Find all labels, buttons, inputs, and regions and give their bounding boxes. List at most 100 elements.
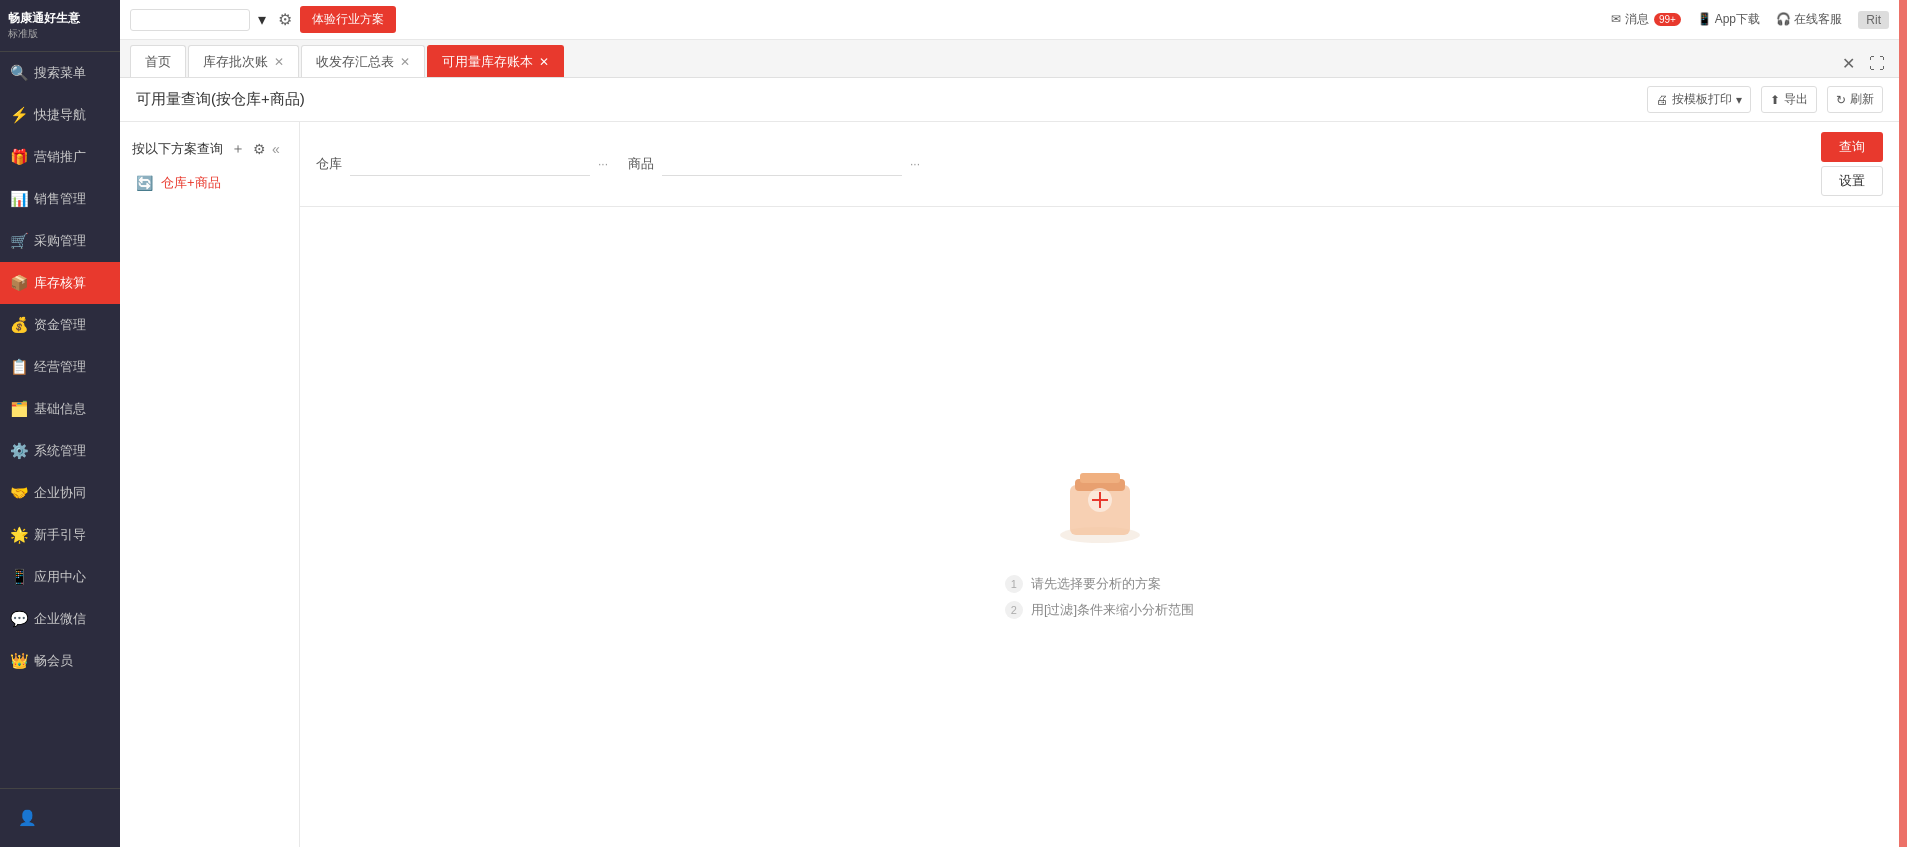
- finance-icon: 💰: [10, 316, 28, 334]
- empty-tips: 1 请先选择要分析的方案 2 用[过滤]条件来缩小分析范围: [1005, 575, 1194, 619]
- sidebar-bottom: 👤: [0, 788, 120, 847]
- export-icon: ⬆: [1770, 93, 1780, 107]
- dropdown-icon[interactable]: ▾: [258, 10, 266, 29]
- inventory-icon: 📦: [10, 274, 28, 292]
- product-more-btn[interactable]: ···: [910, 157, 920, 171]
- collapse-scheme-btn[interactable]: «: [272, 138, 280, 160]
- corp-icon: 🤝: [10, 484, 28, 502]
- shortcut-icon: ⚡: [10, 106, 28, 124]
- sidebar-label-system: 系统管理: [34, 442, 86, 460]
- tab-close-available[interactable]: ✕: [539, 55, 549, 69]
- right-edge-indicator: [1899, 0, 1907, 847]
- online-service-area[interactable]: 🎧 在线客服: [1776, 11, 1842, 28]
- query-area: 仓库 ··· 商品 ··· 查询 设置: [300, 122, 1899, 847]
- tab-batch[interactable]: 库存批次账 ✕: [188, 45, 299, 77]
- search-input[interactable]: [130, 9, 250, 31]
- sidebar-item-basic[interactable]: 🗂️基础信息: [0, 388, 120, 430]
- warehouse-more-btn[interactable]: ···: [598, 157, 608, 171]
- settings-icon[interactable]: ⚙: [278, 10, 292, 29]
- product-input[interactable]: [662, 152, 902, 176]
- tab-close-batch[interactable]: ✕: [274, 55, 284, 69]
- tab-label-summary: 收发存汇总表: [316, 53, 394, 71]
- app-name: 畅康通好生意: [8, 10, 112, 27]
- sidebar-item-sales[interactable]: 📊 销售管理: [0, 178, 120, 220]
- scheme-header-label: 按以下方案查询: [132, 140, 223, 158]
- sidebar: 畅康通好生意 标准版 🔍搜索菜单⚡快捷导航🎁营销推广📊销售管理🛒采购管理📦库存核…: [0, 0, 120, 847]
- empty-illustration: [1040, 435, 1160, 555]
- sales-icon: 📊: [10, 190, 28, 208]
- settings-btn[interactable]: 设置: [1821, 166, 1883, 196]
- sidebar-label-search: 搜索菜单: [34, 64, 86, 82]
- sidebar-item-apps[interactable]: 📱 应用中心: [0, 556, 120, 598]
- sidebar-item-finance[interactable]: 💰 资金管理: [0, 304, 120, 346]
- tab-close-summary[interactable]: ✕: [400, 55, 410, 69]
- add-scheme-btn[interactable]: ＋: [229, 138, 247, 160]
- sidebar-item-system[interactable]: ⚙️ 系统管理: [0, 430, 120, 472]
- tab-label-home: 首页: [145, 53, 171, 71]
- sidebar-label-sales: 销售管理: [34, 190, 86, 208]
- sidebar-label-corp: 企业协同: [34, 484, 86, 502]
- page-actions: 🖨 按模板打印 ▾ ⬆ 导出 ↻ 刷新: [1647, 86, 1883, 113]
- page-header: 可用量查询(按仓库+商品) 🖨 按模板打印 ▾ ⬆ 导出 ↻ 刷新: [120, 78, 1899, 122]
- sidebar-label-operation: 经营管理: [34, 358, 86, 376]
- sidebar-item-member[interactable]: 👑畅会员: [0, 640, 120, 682]
- print-dropdown-icon: ▾: [1736, 93, 1742, 107]
- scheme-item-warehouse-product[interactable]: 🔄 仓库+商品: [120, 166, 299, 200]
- sidebar-label-inventory: 库存核算: [34, 274, 86, 292]
- sidebar-item-shortcut[interactable]: ⚡快捷导航: [0, 94, 120, 136]
- sidebar-item-inventory[interactable]: 📦 库存核算: [0, 262, 120, 304]
- btn-area: 查询 设置: [1821, 132, 1883, 196]
- operation-icon: 📋: [10, 358, 28, 376]
- close-tab-btn[interactable]: ✕: [1838, 50, 1859, 77]
- purchase-icon: 🛒: [10, 232, 28, 250]
- sidebar-label-apps: 应用中心: [34, 568, 86, 586]
- sidebar-item-wechat[interactable]: 💬企业微信: [0, 598, 120, 640]
- sidebar-item-search[interactable]: 🔍搜索菜单: [0, 52, 120, 94]
- sidebar-item-newbie[interactable]: 🌟新手引导: [0, 514, 120, 556]
- sidebar-label-finance: 资金管理: [34, 316, 86, 334]
- app-download-area[interactable]: 📱 App下载: [1697, 11, 1760, 28]
- tab-available[interactable]: 可用量库存账本 ✕: [427, 45, 564, 77]
- industry-btn[interactable]: 体验行业方案: [300, 6, 396, 33]
- sidebar-label-wechat: 企业微信: [34, 610, 86, 628]
- query-btn[interactable]: 查询: [1821, 132, 1883, 162]
- sidebar-label-member: 畅会员: [34, 652, 73, 670]
- warehouse-input[interactable]: [350, 152, 590, 176]
- tabs-bar: 首页 库存批次账 ✕ 收发存汇总表 ✕ 可用量库存账本 ✕ ✕ ⛶: [120, 40, 1899, 78]
- apps-icon: 📱: [10, 568, 28, 586]
- warehouse-filter: 仓库 ···: [316, 152, 608, 176]
- main-content: ▾ ⚙ 体验行业方案 ✉ 消息 99+ 📱 App下载 🎧 在线客服 Rit 首…: [120, 0, 1899, 847]
- expand-tab-btn[interactable]: ⛶: [1865, 51, 1889, 77]
- sidebar-label-marketing: 营销推广: [34, 148, 86, 166]
- tab-label-batch: 库存批次账: [203, 53, 268, 71]
- sidebar-scroll: 🔍搜索菜单⚡快捷导航🎁营销推广 📊 销售管理 🛒 采购管理 📦 库存核算 💰 资金管理 📋 经营管理…: [0, 52, 120, 788]
- message-icon: ✉: [1611, 12, 1621, 26]
- sidebar-item-marketing[interactable]: 🎁营销推广: [0, 136, 120, 178]
- topbar-right: ✉ 消息 99+ 📱 App下载 🎧 在线客服 Rit: [1611, 11, 1889, 29]
- print-icon: 🖨: [1656, 93, 1668, 107]
- sidebar-item-operation[interactable]: 📋 经营管理: [0, 346, 120, 388]
- tab-label-available: 可用量库存账本: [442, 53, 533, 71]
- topbar: ▾ ⚙ 体验行业方案 ✉ 消息 99+ 📱 App下载 🎧 在线客服 Rit: [120, 0, 1899, 40]
- tip-item-2: 2 用[过滤]条件来缩小分析范围: [1005, 601, 1194, 619]
- user-display[interactable]: Rit: [1858, 11, 1889, 29]
- sidebar-label-purchase: 采购管理: [34, 232, 86, 250]
- sidebar-item-purchase[interactable]: 🛒 采购管理: [0, 220, 120, 262]
- tab-summary[interactable]: 收发存汇总表 ✕: [301, 45, 425, 77]
- scheme-item-icon: 🔄: [136, 175, 153, 191]
- sidebar-label-newbie: 新手引导: [34, 526, 86, 544]
- sidebar-item-user[interactable]: 👤: [8, 797, 112, 839]
- manage-scheme-btn[interactable]: ⚙: [251, 138, 268, 160]
- tab-home[interactable]: 首页: [130, 45, 186, 77]
- empty-state: 1 请先选择要分析的方案 2 用[过滤]条件来缩小分析范围: [300, 207, 1899, 847]
- tip-num-1: 1: [1005, 575, 1023, 593]
- message-area[interactable]: ✉ 消息 99+: [1611, 11, 1681, 28]
- export-btn[interactable]: ⬆ 导出: [1761, 86, 1817, 113]
- print-btn[interactable]: 🖨 按模板打印 ▾: [1647, 86, 1751, 113]
- sidebar-item-corp[interactable]: 🤝 企业协同: [0, 472, 120, 514]
- headset-icon: 🎧: [1776, 12, 1791, 26]
- refresh-btn[interactable]: ↻ 刷新: [1827, 86, 1883, 113]
- sidebar-label-basic: 基础信息: [34, 400, 86, 418]
- scheme-panel: 按以下方案查询 ＋ ⚙ « 🔄 仓库+商品: [120, 122, 300, 847]
- system-icon: ⚙️: [10, 442, 28, 460]
